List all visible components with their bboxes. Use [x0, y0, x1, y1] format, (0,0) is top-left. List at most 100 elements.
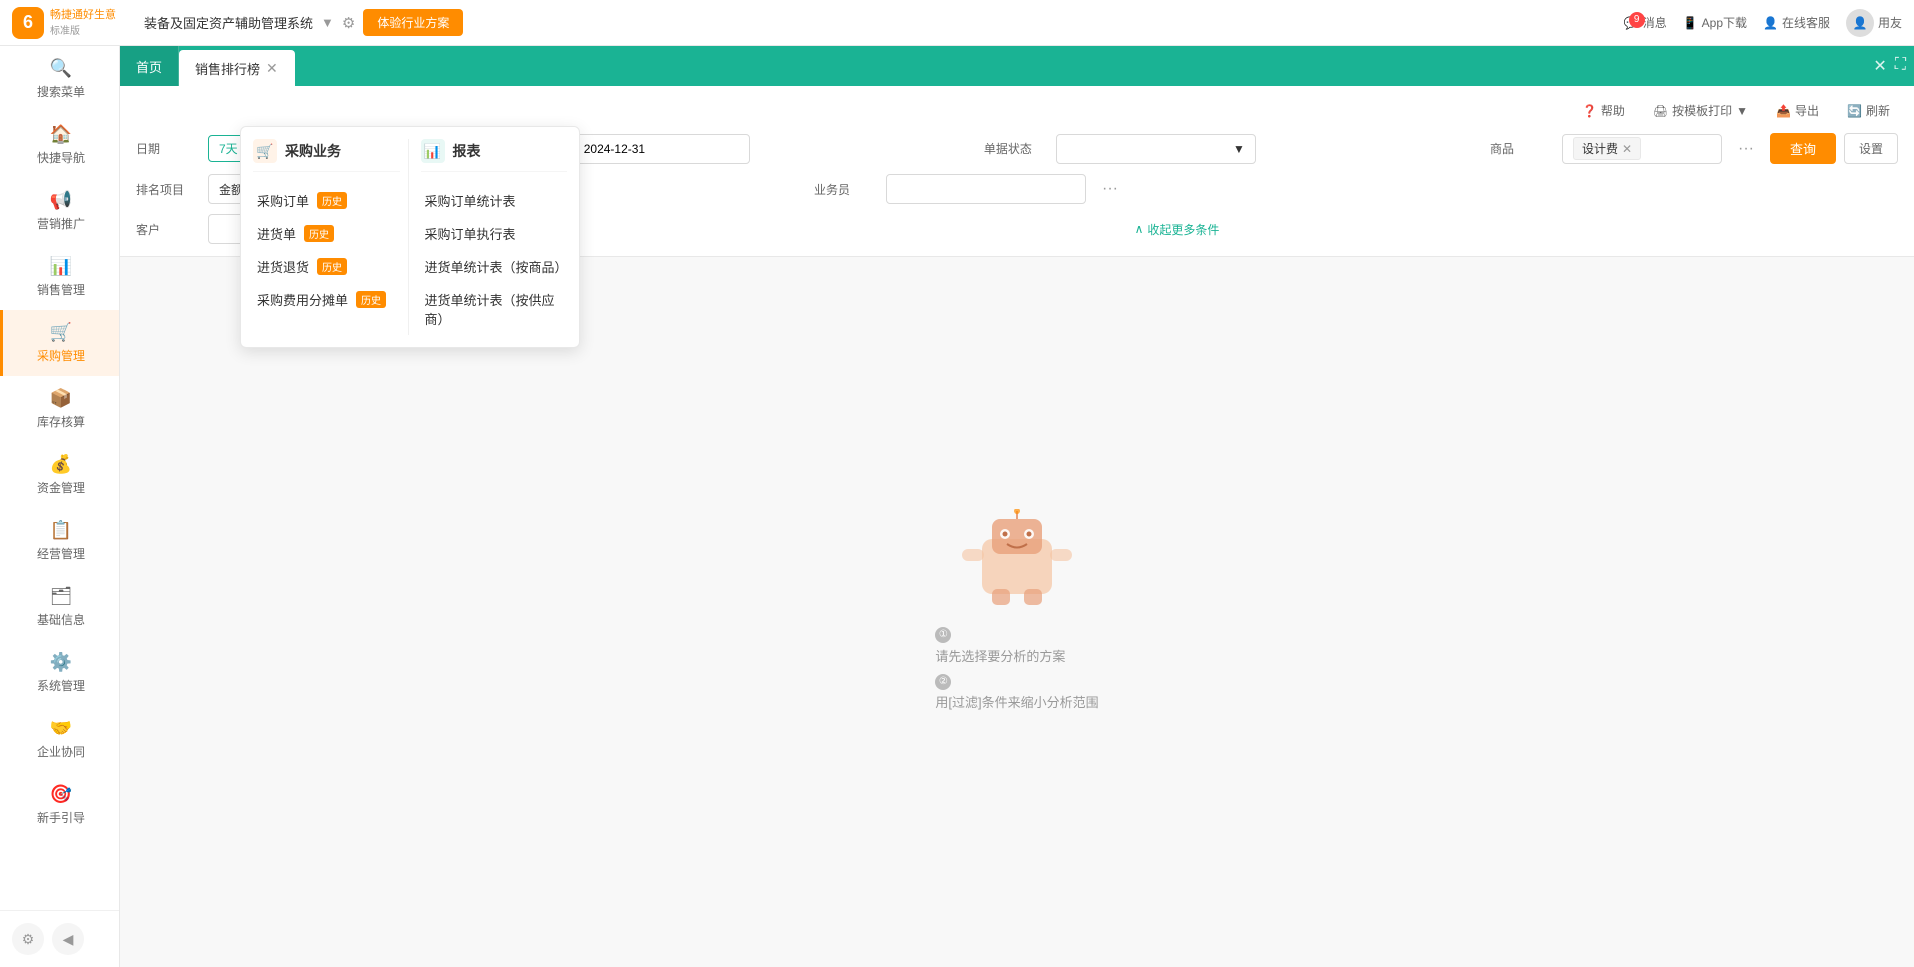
header-right: 💬 9 消息 📱 App下载 👤 在线客服 👤 用友 — [1624, 9, 1902, 37]
filter-toolbar-row: ❓ 帮助 🖨 按模板打印 ▼ 📤 导出 🔄 — [136, 98, 1898, 123]
export-btn[interactable]: 📤 导出 — [1768, 98, 1827, 123]
report-col: 📊 报表 采购订单统计表 采购订单执行表 进货单统计表（按商品） 进货单统计表（… — [408, 139, 568, 335]
content-area: 首页 销售排行榜 ✕ ✕ ⛶ 🛒 采购业务 采 — [120, 46, 1914, 967]
logo-text: 畅捷通好生意 — [50, 8, 116, 22]
sidebar-label-guide: 新手引导 — [37, 809, 85, 826]
sidebar-item-sales[interactable]: 📊 销售管理 — [0, 244, 119, 310]
system-icon: ⚙️ — [50, 652, 72, 673]
system-gear-icon[interactable]: ⚙ — [342, 14, 355, 32]
system-dropdown-icon[interactable]: ▼ — [321, 15, 334, 30]
collapse-btn[interactable]: ∧ 收起更多条件 — [1135, 221, 1220, 238]
doc-status-select[interactable]: ▼ — [1056, 134, 1256, 164]
guide-icon: 🎯 — [50, 784, 72, 805]
marketing-icon: 📢 — [50, 190, 72, 211]
service-btn[interactable]: 👤 在线客服 — [1763, 14, 1830, 31]
sidebar-footer: ⚙ ◀ — [0, 910, 119, 967]
dropdown-item-po-exec-label: 采购订单执行表 — [425, 224, 516, 243]
dropdown-item-po-exec[interactable]: 采购订单执行表 — [421, 217, 568, 250]
ranking-label: 排名项目 — [136, 181, 196, 198]
hist-badge-expense: 历史 — [356, 291, 386, 308]
sidebar-item-guide[interactable]: 🎯 新手引导 — [0, 772, 119, 838]
operation-icon: 📋 — [50, 520, 72, 541]
dropdown-item-expense[interactable]: 采购费用分摊单 历史 — [253, 283, 400, 316]
sidebar-item-finance[interactable]: 💰 资金管理 — [0, 442, 119, 508]
goods-more-btn[interactable]: ··· — [1734, 140, 1758, 158]
purchase-icon: 🛒 — [50, 322, 72, 343]
sidebar-item-enterprise[interactable]: 🤝 企业协同 — [0, 706, 119, 772]
refresh-icon: 🔄 — [1847, 104, 1862, 118]
app-download-btn[interactable]: 📱 App下载 — [1683, 14, 1747, 31]
tab-home-label: 首页 — [136, 57, 162, 76]
dropdown-item-receipt-stat[interactable]: 进货单统计表（按商品） — [421, 250, 568, 283]
refresh-btn[interactable]: 🔄 刷新 — [1839, 98, 1898, 123]
staff-select[interactable] — [886, 174, 1086, 204]
tab-home[interactable]: 首页 — [120, 46, 179, 86]
sidebar-item-search[interactable]: 🔍 搜索菜单 — [0, 46, 119, 112]
tab-sales-rank[interactable]: 销售排行榜 ✕ — [179, 50, 295, 86]
sidebar-item-inventory[interactable]: 📦 库存核算 — [0, 376, 119, 442]
dropdown-item-receipt[interactable]: 进货单 历史 — [253, 217, 400, 250]
industry-btn[interactable]: 体验行业方案 — [363, 9, 463, 36]
msg-badge: 💬 9 — [1624, 16, 1639, 30]
goods-select[interactable]: 设计费 ✕ — [1562, 134, 1722, 164]
logo-sub: 标准版 — [50, 22, 116, 37]
report-col-icon: 📊 — [421, 139, 445, 163]
tab-maximize-icon[interactable]: ⛶ — [1895, 56, 1906, 76]
help-btn[interactable]: ❓ 帮助 — [1574, 98, 1633, 123]
sidebar-label-purchase: 采购管理 — [37, 347, 85, 364]
sidebar-label-search: 搜索菜单 — [37, 83, 85, 100]
sidebar-label-quick: 快捷导航 — [37, 149, 85, 166]
empty-robot-svg — [957, 509, 1077, 609]
date-label: 日期 — [136, 140, 196, 157]
logo-icon: 6 — [12, 7, 44, 39]
dropdown-item-return[interactable]: 进货退货 历史 — [253, 250, 400, 283]
sidebar-item-quick[interactable]: 🏠 快捷导航 — [0, 112, 119, 178]
user-avatar: 👤 — [1846, 9, 1874, 37]
sidebar-item-purchase[interactable]: 🛒 采购管理 — [0, 310, 119, 376]
staff-label: 业务员 — [814, 181, 874, 198]
sales-icon: 📊 — [50, 256, 72, 277]
purchase-col-icon: 🛒 — [253, 139, 277, 163]
user-btn[interactable]: 👤 用友 — [1846, 9, 1902, 37]
empty-hint-2: ② 用[过滤]条件来缩小分析范围 — [935, 668, 1098, 715]
sidebar-label-system: 系统管理 — [37, 677, 85, 694]
export-label: 导出 — [1795, 102, 1819, 119]
report-col-title-text: 报表 — [453, 141, 481, 161]
dropdown-item-po[interactable]: 采购订单 历史 — [253, 184, 400, 217]
empty-hint-1: ① 请先选择要分析的方案 — [935, 621, 1098, 668]
tab-close-icon[interactable]: ✕ — [266, 60, 278, 77]
hist-badge-return: 历史 — [317, 258, 347, 275]
print-dropdown-icon[interactable]: ▼ — [1736, 104, 1748, 118]
enterprise-icon: 🤝 — [50, 718, 72, 739]
tab-bar-actions: ✕ ⛶ — [1873, 56, 1906, 76]
sidebar-collapse-btn[interactable]: ◀ — [52, 923, 84, 955]
sidebar-item-system[interactable]: ⚙️ 系统管理 — [0, 640, 119, 706]
help-label: 帮助 — [1601, 102, 1625, 119]
sidebar-item-marketing[interactable]: 📢 营销推广 — [0, 178, 119, 244]
chevron-up-icon: ∧ — [1135, 222, 1144, 236]
content-body: ① 请先选择要分析的方案 ② 用[过滤]条件来缩小分析范围 — [120, 257, 1914, 967]
sidebar-label-marketing: 营销推广 — [37, 215, 85, 232]
date-end-input[interactable] — [573, 134, 750, 164]
dropdown-item-receipt-supplier[interactable]: 进货单统计表（按供应商） — [421, 283, 568, 335]
tab-close-all-icon[interactable]: ✕ — [1873, 56, 1886, 76]
empty-state: ① 请先选择要分析的方案 ② 用[过滤]条件来缩小分析范围 — [935, 509, 1098, 715]
sidebar-item-operation[interactable]: 📋 经营管理 — [0, 508, 119, 574]
hist-badge-po: 历史 — [317, 192, 347, 209]
msg-btn[interactable]: 💬 9 消息 — [1624, 14, 1667, 31]
header-system: 装备及固定资产辅助管理系统 ▼ ⚙ 体验行业方案 — [132, 9, 1624, 36]
sidebar-item-basic[interactable]: 🗂 基础信息 — [0, 574, 119, 640]
dropdown-item-receipt-stat-label: 进货单统计表（按商品） — [425, 257, 564, 276]
sidebar-settings-btn[interactable]: ⚙ — [12, 923, 44, 955]
goods-tag-close[interactable]: ✕ — [1622, 142, 1632, 156]
dropdown-item-po-stat[interactable]: 采购订单统计表 — [421, 184, 568, 217]
tab-bar: 首页 销售排行榜 ✕ ✕ ⛶ — [120, 46, 1914, 86]
query-button[interactable]: 查询 — [1770, 133, 1836, 164]
phone-icon: 📱 — [1683, 16, 1698, 30]
print-btn[interactable]: 🖨 按模板打印 ▼ — [1645, 98, 1756, 123]
tab-sales-rank-label: 销售排行榜 — [195, 59, 260, 78]
dropdown-item-receipt-label: 进货单 — [257, 224, 296, 243]
tab-content: 🛒 采购业务 采购订单 历史 进货单 历史 进货退货 历史 — [120, 86, 1914, 967]
settings-button[interactable]: 设置 — [1844, 133, 1898, 164]
staff-more-btn[interactable]: ··· — [1098, 180, 1122, 198]
